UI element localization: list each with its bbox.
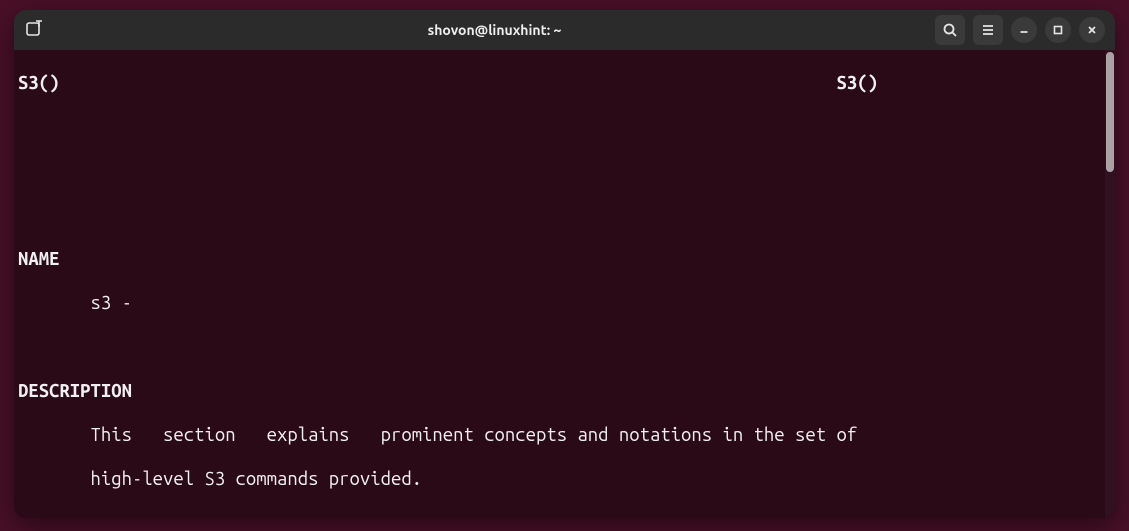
titlebar: shovon@linuxhint: ~	[14, 10, 1115, 50]
desc-line: high-level S3 commands provided.	[18, 468, 1111, 490]
window-title: shovon@linuxhint: ~	[54, 22, 935, 38]
desc-line: This section explains prominent concepts…	[18, 424, 1111, 446]
search-button[interactable]	[935, 15, 965, 45]
minimize-button[interactable]	[1011, 17, 1037, 43]
man-header-right: S3()	[837, 72, 878, 94]
terminal-window: shovon@linuxhint: ~	[14, 10, 1115, 518]
maximize-button[interactable]	[1045, 17, 1071, 43]
terminal-area[interactable]: S3() S3() NAME s3 - DESCRIPTION This sect…	[14, 50, 1115, 518]
scrollbar-track[interactable]	[1105, 50, 1115, 518]
close-button[interactable]	[1079, 17, 1105, 43]
name-line: s3 -	[18, 292, 1111, 314]
section-description-heading: DESCRIPTION	[18, 380, 1111, 402]
man-page-content: S3() S3() NAME s3 - DESCRIPTION This sect…	[14, 50, 1115, 518]
new-tab-icon[interactable]	[25, 19, 43, 41]
section-name-heading: NAME	[18, 248, 1111, 270]
man-header-left: S3()	[18, 72, 59, 94]
hamburger-menu-button[interactable]	[973, 15, 1003, 45]
scrollbar-thumb[interactable]	[1106, 52, 1114, 172]
